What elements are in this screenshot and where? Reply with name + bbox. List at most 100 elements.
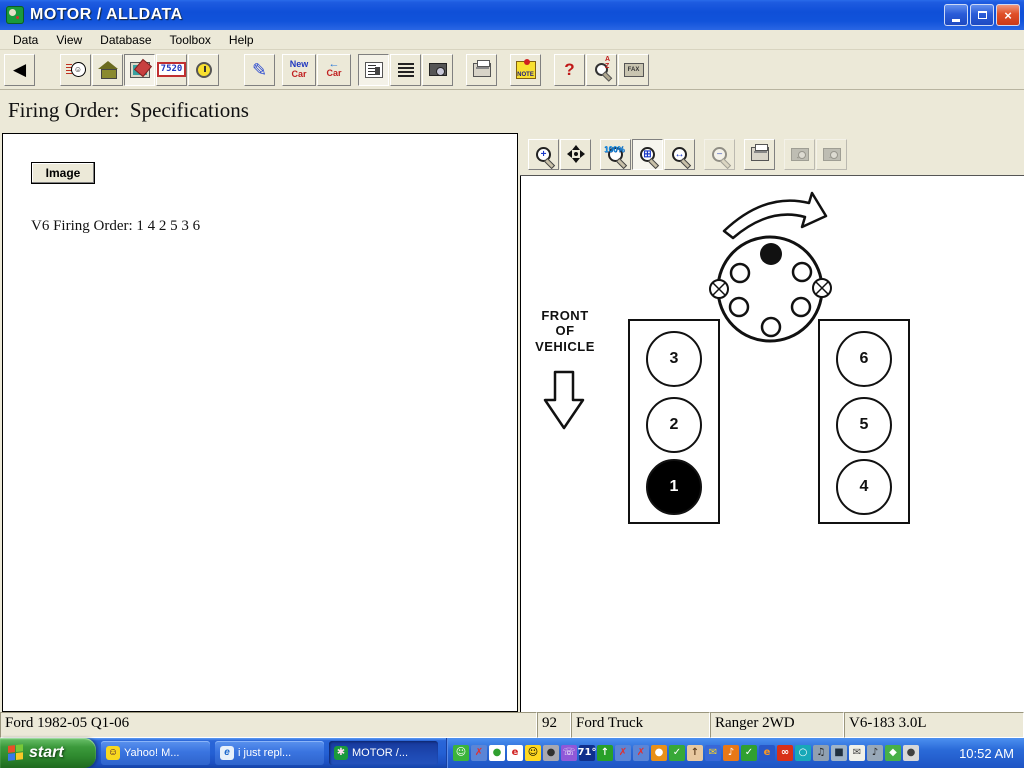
network-offline-icon[interactable]: ✗ [471, 745, 487, 761]
print-button[interactable] [466, 53, 497, 86]
image-view-button[interactable] [422, 53, 453, 86]
title-bar: MOTOR / ALLDATA × [0, 0, 1024, 30]
browser-e-icon[interactable]: e [759, 745, 775, 761]
menu-database[interactable]: Database [91, 31, 160, 49]
next-image-button[interactable]: → [816, 138, 847, 170]
cylinder-1: 1 [646, 459, 702, 515]
zoom-in-button[interactable]: + [528, 138, 559, 170]
diagnostics-button[interactable] [124, 53, 155, 86]
speaker-icon[interactable]: ♫ [813, 745, 829, 761]
image-link-button[interactable]: Image [31, 162, 95, 184]
quicktime-icon[interactable]: ○ [795, 745, 811, 761]
status-year: 92 [537, 712, 571, 738]
help-button[interactable]: ? [554, 53, 585, 86]
zoom-in-icon: + [536, 146, 551, 162]
cylinder-2: 2 [646, 397, 702, 453]
taskbar-clock: 10:52 AM [959, 745, 1014, 761]
printer-icon [472, 59, 491, 77]
restore-button[interactable] [970, 4, 994, 26]
volume-orange-icon[interactable]: ♪ [723, 745, 739, 761]
camera-tray-icon[interactable]: ● [543, 745, 559, 761]
previous-car-button[interactable]: ← Car [317, 53, 351, 86]
task-browser[interactable]: e i just repl... [215, 741, 324, 765]
estimate-pad-button[interactable]: ✎ [244, 53, 275, 86]
zoom-out-button[interactable]: − [704, 138, 735, 170]
buddy-icon[interactable]: ● [489, 745, 505, 761]
notes-button[interactable]: NOTE [510, 53, 541, 86]
text-image-view-button[interactable] [358, 53, 389, 86]
menu-toolbox[interactable]: Toolbox [161, 31, 220, 49]
print-image-button[interactable] [744, 138, 775, 170]
app-icon [6, 6, 24, 24]
messenger-icon[interactable]: ☺ [453, 745, 469, 761]
garage-button[interactable] [92, 53, 123, 86]
text-pane: Image V6 Firing Order: 1 4 2 5 3 6 [2, 133, 518, 712]
internet-explorer-icon: e [220, 746, 234, 760]
antivirus-shield-icon[interactable]: ✓ [741, 745, 757, 761]
cylinder-6: 6 [836, 331, 892, 387]
back-button[interactable]: ◀ [4, 53, 35, 86]
mouse-settings-icon[interactable]: ● [903, 745, 919, 761]
pen-icon: ✎ [251, 59, 268, 80]
new-car-button[interactable]: New Car [282, 53, 316, 86]
motor-app-icon: ✱ [334, 746, 348, 760]
fax-icon: FAX [623, 62, 644, 77]
fit-page-button[interactable]: ⊞ [632, 138, 663, 170]
phone-icon[interactable]: ☏ [561, 745, 577, 761]
search-az-button[interactable]: A Z [586, 53, 617, 86]
task-motor-alldata[interactable]: ✱ MOTOR /... [329, 741, 438, 765]
text-lines-icon [397, 62, 414, 77]
main-toolbar: ◀ ☺ 7520 ✎ New Car ← Car NOTE ? A Z FAX [0, 50, 1024, 90]
tray-icons: ☺ ✗ ● e ☺ ● ☏ 71° ↑ ✗ ✗ ● ✓ ↑ ✉ ♪ ✓ e ∞ ○ ♫ ■ ✉ ♪ ◆ ● [453, 745, 919, 761]
front-direction-arrow [543, 370, 585, 430]
menu-help[interactable]: Help [220, 31, 263, 49]
cylinder-bank-right: 6 5 4 [818, 319, 910, 524]
upload-icon[interactable]: ↑ [597, 745, 613, 761]
task-yahoo[interactable]: ☺ Yahoo! M... [101, 741, 210, 765]
stopwatch-icon [195, 61, 212, 78]
start-button[interactable]: start [0, 738, 96, 768]
hand-pointer-icon[interactable]: ↑ [687, 745, 703, 761]
text-only-view-button[interactable] [390, 53, 421, 86]
menu-data[interactable]: Data [4, 31, 47, 49]
weather-71-icon[interactable]: 71° [578, 745, 596, 761]
minimize-button[interactable] [944, 4, 968, 26]
display-icon[interactable]: ■ [831, 745, 847, 761]
fit-page-icon: ⊞ [640, 146, 655, 162]
ebay-icon[interactable]: e [507, 745, 523, 761]
odometer-button[interactable]: 7520 [156, 53, 187, 86]
pan-button[interactable] [560, 138, 591, 170]
previous-image-button[interactable]: ← [784, 138, 815, 170]
page-title: Firing Order: Specifications [8, 98, 249, 122]
fit-width-button[interactable]: ↔ [664, 138, 695, 170]
cylinder-5: 5 [836, 397, 892, 453]
pan-icon [566, 145, 585, 163]
outgoing-mail-icon[interactable]: ✉ [705, 745, 721, 761]
doc-image-icon [364, 61, 383, 78]
network-offline3-icon[interactable]: ✗ [633, 745, 649, 761]
network-offline2-icon[interactable]: ✗ [615, 745, 631, 761]
safely-remove-icon[interactable]: ◆ [885, 745, 901, 761]
camera-next-icon: → [822, 147, 841, 161]
zoom-100-button[interactable]: 100% [600, 138, 631, 170]
audio-mixer-icon[interactable]: ♪ [867, 745, 883, 761]
monitor-wrench-icon [129, 61, 150, 78]
link-manager-icon[interactable]: ∞ [777, 745, 793, 761]
yahoo-smiley-icon[interactable]: ☺ [525, 745, 541, 761]
menu-view[interactable]: View [47, 31, 91, 49]
close-button[interactable]: × [996, 4, 1020, 26]
timer-button[interactable] [188, 53, 219, 86]
mascot-icon: ☺ [65, 60, 86, 80]
mascot-button[interactable]: ☺ [60, 53, 91, 86]
content-area: Image V6 Firing Order: 1 4 2 5 3 6 + 100… [0, 133, 1024, 712]
mail-icon[interactable]: ✉ [849, 745, 865, 761]
odometer-icon: 7520 [156, 62, 187, 77]
fax-button[interactable]: FAX [618, 53, 649, 86]
help-icon: ? [564, 59, 575, 79]
status-coverage: Ford 1982-05 Q1-06 [0, 712, 537, 738]
camera-icon [428, 63, 447, 76]
verified-badge-icon[interactable]: ✓ [669, 745, 685, 761]
distributor-diagram-svg [543, 191, 832, 430]
media-orange-icon[interactable]: ● [651, 745, 667, 761]
rotor-position-marker [760, 243, 782, 265]
